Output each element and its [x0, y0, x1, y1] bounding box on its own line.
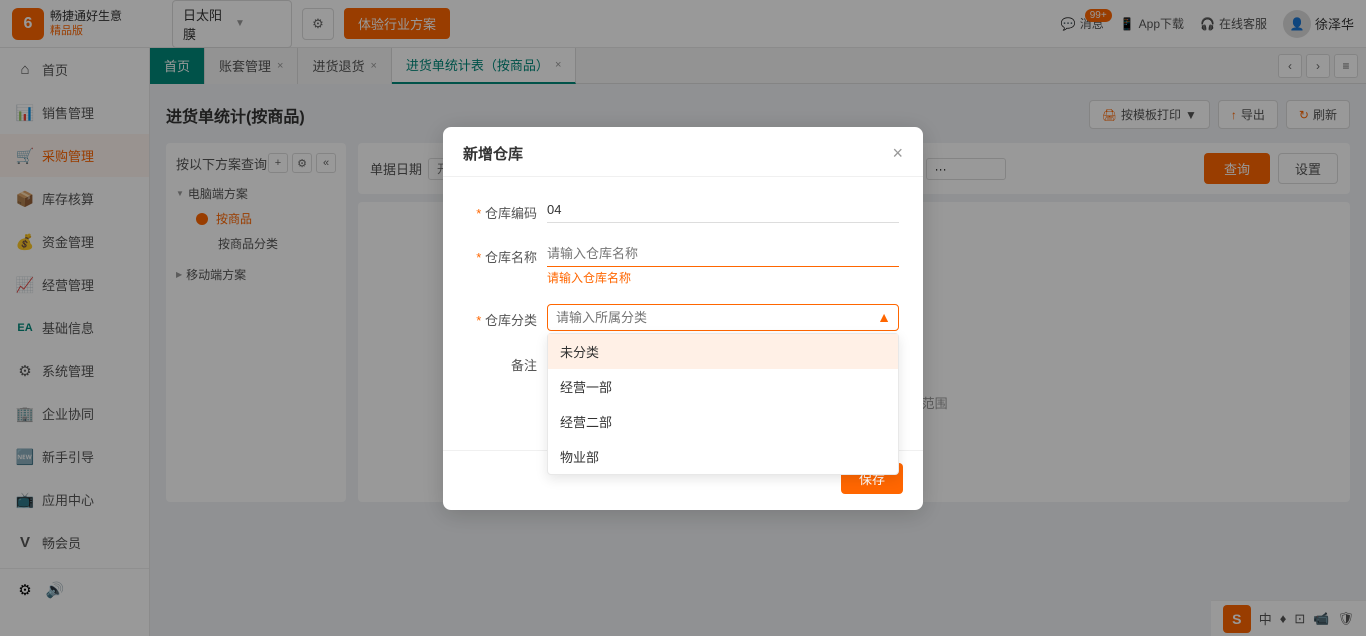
- name-input[interactable]: [547, 241, 899, 267]
- category-select-wrap: ▲ 未分类 经营一部 经营二部 物业部: [547, 304, 899, 331]
- code-label: * 仓库编码: [467, 197, 547, 222]
- dialog-close-button[interactable]: ×: [892, 143, 903, 164]
- category-label: * 仓库分类: [467, 304, 547, 329]
- category-arrow-icon[interactable]: ▲: [877, 309, 891, 325]
- dialog-title: 新增仓库: [463, 143, 523, 164]
- dropdown-item-none[interactable]: 未分类: [548, 334, 898, 369]
- name-input-wrap: 请输入仓库名称: [547, 241, 899, 286]
- category-dropdown: 未分类 经营一部 经营二部 物业部: [547, 333, 899, 475]
- overlay: 新增仓库 × * 仓库编码 * 仓库名称: [0, 0, 1366, 636]
- required-star: *: [476, 206, 481, 221]
- name-label: * 仓库名称: [467, 241, 547, 266]
- dropdown-item-op2[interactable]: 经营二部: [548, 404, 898, 439]
- dropdown-item-op1[interactable]: 经营一部: [548, 369, 898, 404]
- form-row-name: * 仓库名称 请输入仓库名称: [467, 241, 899, 286]
- name-error-tip: 请输入仓库名称: [547, 269, 899, 286]
- code-input-wrap: [547, 197, 899, 223]
- form-row-code: * 仓库编码: [467, 197, 899, 223]
- dialog-body: * 仓库编码 * 仓库名称 请输入仓库名称: [443, 177, 923, 450]
- form-row-category: * 仓库分类 ▲ 未分类 经营一部 经营二部 物业部: [467, 304, 899, 331]
- cat-required-star: *: [476, 313, 481, 328]
- dropdown-item-op3[interactable]: 物业部: [548, 439, 898, 474]
- category-input[interactable]: [547, 304, 899, 331]
- dialog-header: 新增仓库 ×: [443, 127, 923, 177]
- code-input[interactable]: [547, 197, 899, 223]
- new-warehouse-dialog: 新增仓库 × * 仓库编码 * 仓库名称: [443, 127, 923, 510]
- note-label: 备注: [467, 349, 547, 374]
- name-required-star: *: [476, 250, 481, 265]
